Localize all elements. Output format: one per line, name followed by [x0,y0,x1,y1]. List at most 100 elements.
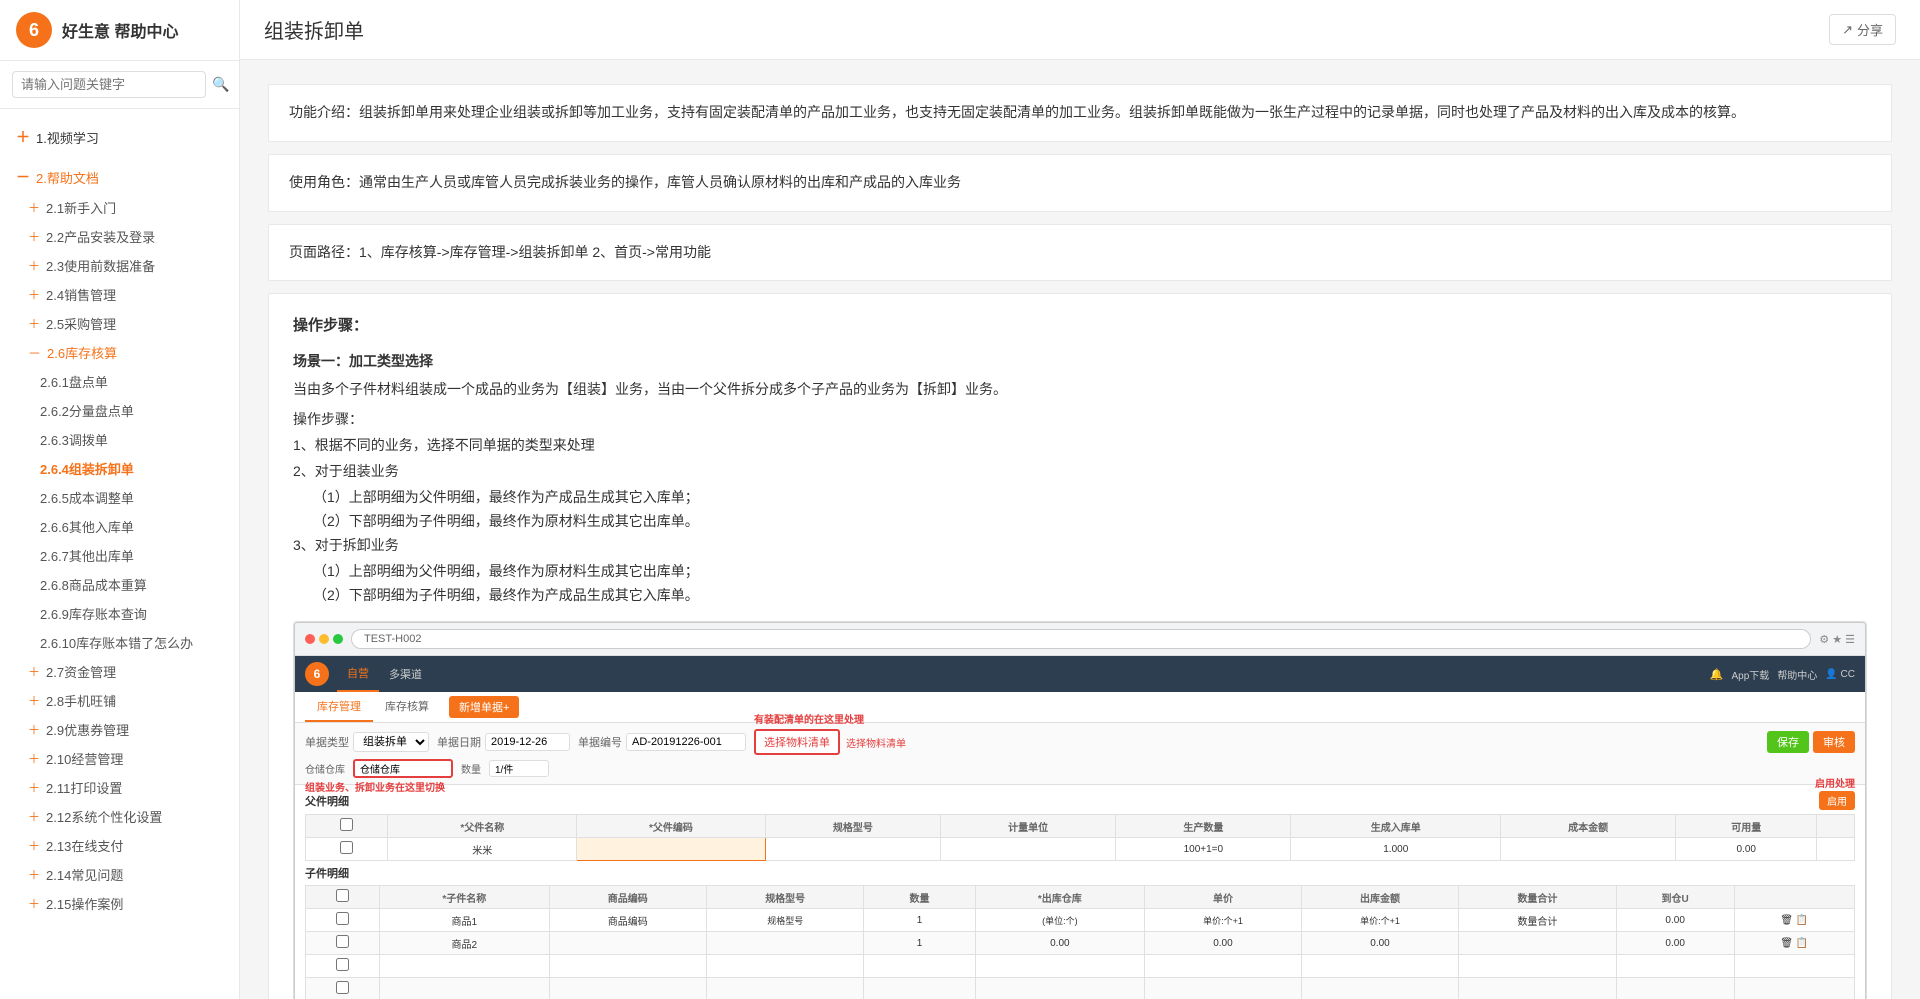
sidebar-item-cases[interactable]: ＋ 2.15操作案例 [0,889,239,918]
select-all-checkbox[interactable] [340,818,353,831]
th-action [1817,815,1855,838]
th-avail: 可用量 [1676,815,1817,838]
window-controls [305,634,343,644]
sidebar-item-stocktaking[interactable]: 2.6.1盘点单 [0,367,239,396]
annotation-enable: 启用处理 [1815,775,1855,790]
app-right-icons: 🔔 App下载 帮助中心 👤 CC [1710,667,1855,682]
doc-no-input[interactable] [626,733,746,751]
page-title: 组装拆卸单 [264,15,364,44]
toolbar-row: 单据类型 组装拆单 单据日期 单据编号 [305,729,1855,755]
table-row [306,955,1855,978]
sidebar-item-inventory[interactable]: － 2.6库存核算 [0,338,239,367]
steps-title: 操作步骤： [293,314,1867,335]
step2-1: （1）上部明细为父件明细，最终作为产成品生成其它入库单； [313,487,1867,507]
search-button[interactable]: 🔍 [212,76,229,93]
enable-btn-area: 启用处理 启用 [1819,791,1855,810]
sidebar-item-transfer[interactable]: 2.6.3调拨单 [0,425,239,454]
sidebar-item-assembly[interactable]: 2.6.4组装拆卸单 [0,454,239,483]
sidebar-item-other-outbound[interactable]: 2.6.7其他出库单 [0,541,239,570]
help-center-text: 帮助中心 [1777,667,1817,682]
notification-icon[interactable]: 🔔 [1710,668,1724,681]
th-parent-name: *父件名称 [388,815,577,838]
app-logo: 6 [305,662,329,686]
warehouse-input[interactable] [353,759,453,778]
path-section: 页面路径：1、库存核算->库存管理->组装拆卸单 2、首页->常用功能 [268,224,1892,282]
sidebar-item-ledger-fix[interactable]: 2.6.10库存账本错了怎么办 [0,628,239,657]
plus-icon: ＋ [28,837,40,854]
plus-icon: ＋ [28,866,40,883]
sidebar-item-data-prep[interactable]: ＋ 2.3使用前数据准备 [0,251,239,280]
qty-input[interactable] [489,760,549,777]
tab-inventory-accounting[interactable]: 库存核算 [373,692,441,722]
plus-icon: ＋ [16,127,30,147]
sidebar-item-partial-stocktaking[interactable]: 2.6.2分量盘点单 [0,396,239,425]
sidebar-item-help-docs[interactable]: － 2.帮助文档 [0,161,239,193]
doc-type-select[interactable]: 组装拆单 [353,732,429,752]
sidebar-item-ledger-query[interactable]: 2.6.9库存账本查询 [0,599,239,628]
table-row: 商品1 商品编码 规格型号 1 (单位:个) 单价:个+1 单价:个+1 数量合… [306,909,1855,932]
sidebar-item-sales[interactable]: ＋ 2.4销售管理 [0,280,239,309]
qty-label: 数量 [461,761,481,776]
td-parent-name: 米米 [388,838,577,861]
sidebar-item-print[interactable]: ＋ 2.11打印设置 [0,773,239,802]
bottom-table: *子件名称 商品编码 规格型号 数量 *出库仓库 单价 出库金额 数量合计 到仓 [305,885,1855,999]
td-parent-code [577,838,766,861]
bth-child-name: *子件名称 [380,886,549,909]
nav-item-own[interactable]: 自营 [337,656,379,692]
sidebar-item-mobile[interactable]: ＋ 2.8手机旺铺 [0,686,239,715]
sidebar-item-coupon[interactable]: ＋ 2.9优惠券管理 [0,715,239,744]
sidebar-item-install[interactable]: ＋ 2.2产品安装及登录 [0,222,239,251]
search-input[interactable] [12,71,206,98]
step3-1: （1）上部明细为父件明细，最终作为原材料生成其它出库单； [313,561,1867,581]
sidebar-item-beginner[interactable]: ＋ 2.1新手入门 [0,193,239,222]
sidebar-item-finance[interactable]: ＋ 2.7资金管理 [0,657,239,686]
main-header: 组装拆卸单 ↗ 分享 [240,0,1920,60]
sidebar-item-cost-adjust[interactable]: 2.6.5成本调整单 [0,483,239,512]
top-table: *父件名称 *父件编码 规格型号 计量单位 生产数量 生成入库单 成本金额 可用… [305,814,1855,861]
annotation-switch: 组装业务、拆卸业务在这里切换 [305,779,445,794]
sidebar-item-purchase[interactable]: ＋ 2.5采购管理 [0,309,239,338]
top-table-section: 父件明细 启用处理 启用 *父件名称 [295,785,1865,861]
content-area: 功能介绍：组装拆卸单用来处理企业组装或拆卸等加工业务，支持有固定装配清单的产品加… [240,60,1920,999]
sidebar-item-customize[interactable]: ＋ 2.12系统个性化设置 [0,802,239,831]
check-btn[interactable]: 审核 [1813,731,1855,753]
sidebar-item-video-learning[interactable]: ＋ 1.视频学习 [0,121,239,153]
save-btn[interactable]: 保存 [1767,731,1809,753]
app-window: 6 自营 多渠道 🔔 App下载 帮助中心 👤 CC [295,656,1865,999]
bth-warehouse: *出库仓库 [975,886,1144,909]
form-row-2: 仓储仓库 数量 组装业务、拆卸业务在这里切换 [305,759,1855,778]
doc-date-input[interactable] [485,733,570,751]
bottom-table-title: 子件明细 [305,865,349,881]
nav-section-video: ＋ 1.视频学习 [0,117,239,157]
bth-spec: 规格型号 [706,886,863,909]
td-avail-val: 0.00 [1676,838,1817,861]
new-doc-btn[interactable]: 新增单据+ [449,696,519,718]
bottom-table-header: 子件明细 [305,865,1855,881]
row-check-1[interactable] [336,912,349,925]
td-inbound-val: 1.000 [1291,838,1501,861]
tab-inventory-mgmt[interactable]: 库存管理 [305,692,373,722]
sidebar-item-payment[interactable]: ＋ 2.13在线支付 [0,831,239,860]
plus-icon: ＋ [28,663,40,680]
select-bom-btn[interactable]: 选择物料清单 [754,729,840,755]
row-checkbox[interactable] [340,841,353,854]
td-unit [941,838,1116,861]
user-avatar[interactable]: 👤 CC [1825,669,1855,680]
step3-2: （2）下部明细为子件明细，最终作为产成品生成其它入库单。 [313,585,1867,605]
path-text: 页面路径：1、库存核算->库存管理->组装拆卸单 2、首页->常用功能 [289,241,1871,265]
row-check-2[interactable] [336,935,349,948]
top-table-header-row: *父件名称 *父件编码 规格型号 计量单位 生产数量 生成入库单 成本金额 可用… [306,815,1855,838]
sidebar-item-operations[interactable]: ＋ 2.10经营管理 [0,744,239,773]
doc-no-field: 单据编号 [578,733,746,751]
sidebar-item-other-inbound[interactable]: 2.6.6其他入库单 [0,512,239,541]
nav-section-docs: － 2.帮助文档 ＋ 2.1新手入门 ＋ 2.2产品安装及登录 ＋ 2.3使用前… [0,157,239,922]
plus-icon: ＋ [28,808,40,825]
url-bar: TEST-H002 [351,629,1811,649]
bottom-select-all[interactable] [336,889,349,902]
intro-text: 功能介绍：组装拆卸单用来处理企业组装或拆卸等加工业务，支持有固定装配清单的产品加… [289,101,1871,125]
sidebar-item-cost-recalc[interactable]: 2.6.8商品成本重算 [0,570,239,599]
nav-item-multichannel[interactable]: 多渠道 [379,656,432,692]
enable-btn[interactable]: 启用 [1819,791,1855,810]
share-button[interactable]: ↗ 分享 [1829,14,1896,45]
sidebar-item-faq[interactable]: ＋ 2.14常见问题 [0,860,239,889]
